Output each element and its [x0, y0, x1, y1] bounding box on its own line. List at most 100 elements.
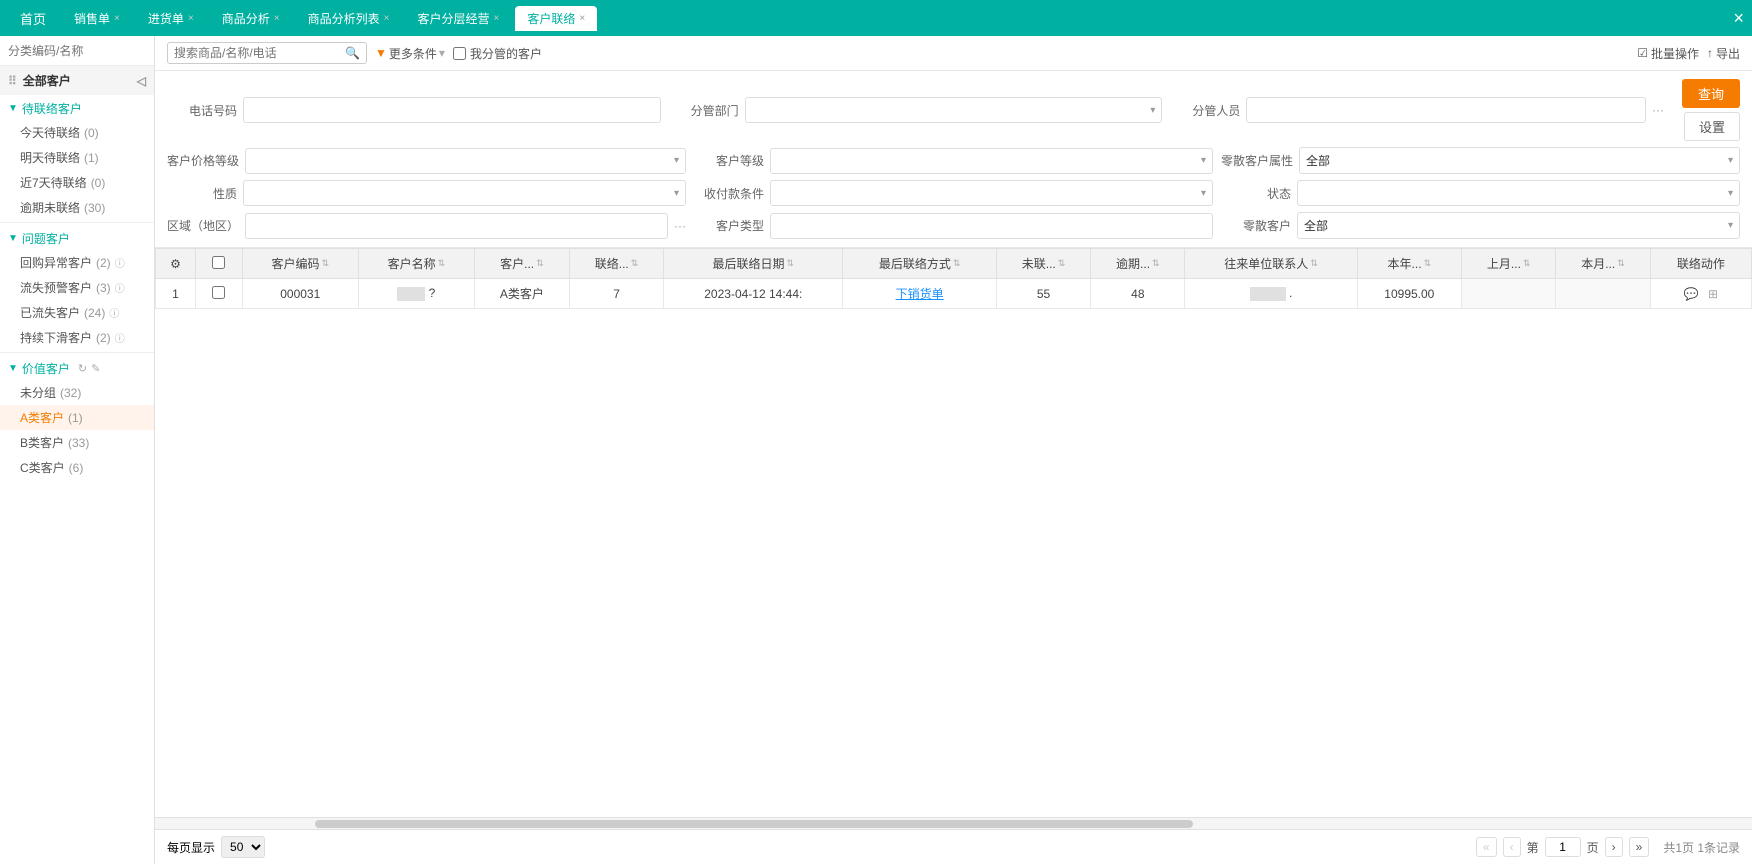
th-checkbox[interactable] [196, 249, 243, 279]
next-page-btn[interactable]: › [1605, 837, 1623, 857]
sidebar-item-churned[interactable]: 已流失客户 (24) ⓘ [0, 300, 154, 325]
cell-checkbox[interactable] [196, 279, 243, 309]
last-page-btn[interactable]: » [1629, 837, 1650, 857]
th-name[interactable]: 客户名称⇅ [358, 249, 474, 279]
pending-arrow: ▼ [8, 103, 18, 114]
th-this-year[interactable]: 本年...⇅ [1357, 249, 1461, 279]
query-btn-col: 查询 设置 [1680, 79, 1740, 141]
customer-level-select[interactable]: ▾ [770, 148, 1213, 174]
sidebar-item-churn-warning[interactable]: 流失预警客户 (3) ⓘ [0, 275, 154, 300]
prev-page-btn[interactable]: ‹ [1503, 837, 1521, 857]
sidebar-item-class-b[interactable]: B类客户 (33) [0, 430, 154, 455]
retail-customer-select[interactable]: 全部 ▾ [1297, 212, 1740, 239]
last-method-link[interactable]: 下销货单 [896, 287, 944, 301]
region-select[interactable] [245, 213, 668, 239]
refresh-icon[interactable]: ↻ [78, 362, 87, 375]
close-tab-customer-contact[interactable]: × [579, 13, 585, 24]
th-last-method[interactable]: 最后联络方式⇅ [843, 249, 996, 279]
setup-button[interactable]: 设置 [1684, 112, 1740, 141]
sidebar-item-tomorrow[interactable]: 明天待联络 (1) [0, 145, 154, 170]
sidebar-search-input[interactable] [8, 44, 155, 58]
customer-type-input[interactable] [770, 213, 1213, 239]
first-page-btn[interactable]: « [1476, 837, 1497, 857]
retail-attr-select[interactable]: 全部 ▾ [1299, 147, 1740, 174]
nav-tab-analysis-list[interactable]: 商品分析列表 × [296, 6, 402, 31]
phone-input[interactable] [243, 97, 661, 123]
nav-tab-sales[interactable]: 销售单 × [62, 6, 132, 31]
th-contact-person[interactable]: 往来单位联系人⇅ [1185, 249, 1357, 279]
filter-retail-customer: 零散客户 全部 ▾ [1221, 212, 1740, 239]
content-area: 🔍 ▼ 更多条件 ▾ 我分管的客户 ☑ 批量操作 ↑ 导出 [155, 36, 1752, 864]
th-contact[interactable]: 联络...⇅ [569, 249, 663, 279]
page-input[interactable] [1545, 837, 1581, 857]
close-tab-purchase[interactable]: × [188, 13, 194, 24]
sidebar-item-overdue[interactable]: 逾期未联络 (30) [0, 195, 154, 220]
dept-select[interactable]: ▾ [745, 97, 1163, 123]
th-overdue[interactable]: 逾期...⇅ [1091, 249, 1185, 279]
sidebar-item-class-c[interactable]: C类客户 (6) [0, 455, 154, 480]
info-icon-3: ⓘ [115, 330, 125, 345]
sidebar-problem-group[interactable]: ▼ 问题客户 [0, 225, 154, 250]
close-tab-sales[interactable]: × [114, 13, 120, 24]
my-customers-checkbox[interactable]: 我分管的客户 [453, 45, 542, 62]
th-type[interactable]: 客户...⇅ [474, 249, 569, 279]
filter-search-icon[interactable]: 🔍 [345, 46, 360, 60]
sidebar-all-customers[interactable]: ⠿ 全部客户 ◁ [0, 66, 154, 95]
scroll-bar-area[interactable] [155, 817, 1752, 829]
info-icon-1: ⓘ [115, 280, 125, 295]
nature-arrow: ▾ [674, 188, 679, 199]
region-dots[interactable]: ··· [674, 219, 686, 233]
my-customers-check[interactable] [453, 47, 466, 60]
close-all-icon[interactable]: × [1733, 8, 1744, 29]
cell-last-method[interactable]: 下销货单 [843, 279, 996, 309]
sort-last-month: ⇅ [1523, 258, 1531, 269]
sidebar-item-unclassified[interactable]: 未分组 (32) [0, 380, 154, 405]
th-no-contact[interactable]: 未联...⇅ [996, 249, 1090, 279]
close-tab-analysis[interactable]: × [274, 13, 280, 24]
chat-icon[interactable]: 💬 [1684, 287, 1699, 301]
edit-icon[interactable]: ✎ [91, 362, 100, 375]
person-dots[interactable]: ··· [1652, 103, 1664, 117]
sidebar-item-class-a[interactable]: A类客户 (1) [0, 405, 154, 430]
sidebar-pending-group[interactable]: ▼ 待联络客户 [0, 95, 154, 120]
sidebar-collapse-icon[interactable]: ◁ [137, 74, 146, 88]
top-nav: 首页 销售单 × 进货单 × 商品分析 × 商品分析列表 × 客户分层经营 × … [0, 0, 1752, 36]
th-settings[interactable]: ⚙ [156, 249, 196, 279]
export-btn[interactable]: ↑ 导出 [1707, 45, 1740, 62]
row-checkbox[interactable] [212, 286, 225, 299]
th-last-month[interactable]: 上月...⇅ [1462, 249, 1556, 279]
grid-icon[interactable]: ⊞ [1708, 287, 1718, 301]
sidebar-item-7days[interactable]: 近7天待联络 (0) [0, 170, 154, 195]
nav-tab-customer-segment[interactable]: 客户分层经营 × [405, 6, 511, 31]
th-last-date[interactable]: 最后联络日期⇅ [664, 249, 843, 279]
nav-tab-purchase[interactable]: 进货单 × [136, 6, 206, 31]
nav-tab-customer-contact[interactable]: 客户联络 × [515, 6, 597, 31]
th-this-month[interactable]: 本月...⇅ [1556, 249, 1650, 279]
filter-search-input[interactable] [174, 46, 341, 60]
person-select[interactable] [1246, 97, 1646, 123]
table-area: ⚙ 客户编码⇅ 客户名称⇅ 客户...⇅ [155, 248, 1752, 817]
close-tab-customer-segment[interactable]: × [493, 13, 499, 24]
status-select[interactable]: ▾ [1297, 180, 1740, 206]
batch-op-btn[interactable]: ☑ 批量操作 [1637, 45, 1699, 62]
sidebar-item-repurchase-abnormal[interactable]: 回购异常客户 (2) ⓘ [0, 250, 154, 275]
filter-retail-attr: 零散客户属性 全部 ▾ [1221, 147, 1740, 174]
payment-select[interactable]: ▾ [770, 180, 1213, 206]
scroll-thumb[interactable] [315, 820, 1193, 828]
query-button[interactable]: 查询 [1682, 79, 1740, 108]
filter-more-btn[interactable]: ▼ 更多条件 ▾ [375, 45, 445, 62]
th-code[interactable]: 客户编码⇅ [242, 249, 358, 279]
nature-select[interactable]: ▾ [243, 180, 686, 206]
nav-home[interactable]: 首页 [8, 5, 58, 32]
sidebar-item-declining[interactable]: 持续下滑客户 (2) ⓘ [0, 325, 154, 350]
info-icon-2: ⓘ [109, 305, 119, 320]
sidebar-value-group[interactable]: ▼ 价值客户 ↻ ✎ [0, 355, 154, 380]
filter-icon: ▼ [375, 46, 387, 60]
close-tab-analysis-list[interactable]: × [384, 13, 390, 24]
sidebar-item-today[interactable]: 今天待联络 (0) [0, 120, 154, 145]
page-size-select[interactable]: 50 [221, 836, 265, 858]
filter-status: 状态 ▾ [1221, 180, 1740, 206]
price-level-select[interactable]: ▾ [245, 148, 686, 174]
select-all-checkbox[interactable] [212, 256, 225, 269]
nav-tab-analysis[interactable]: 商品分析 × [210, 6, 292, 31]
